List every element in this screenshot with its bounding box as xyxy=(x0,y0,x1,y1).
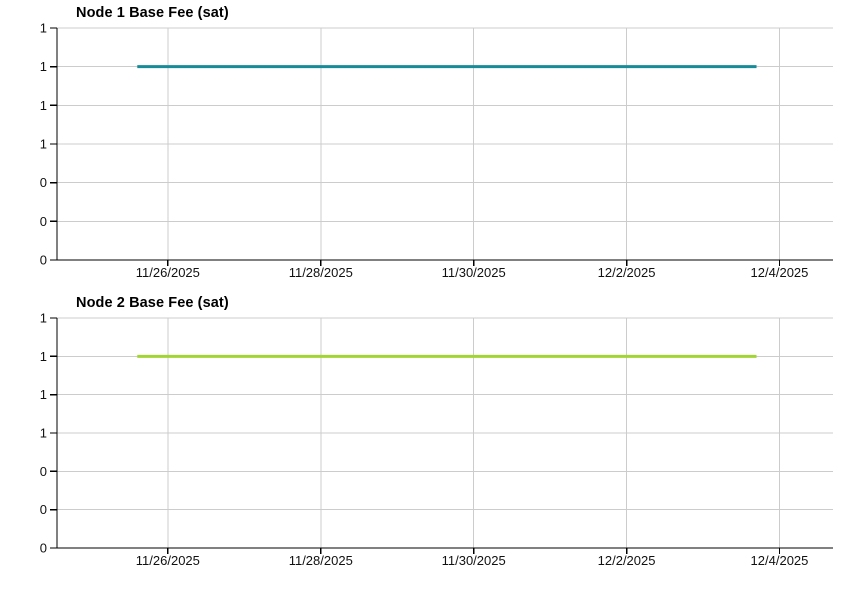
x-tick-label: 12/4/2025 xyxy=(751,265,809,280)
x-tick-label: 11/26/2025 xyxy=(136,265,200,280)
chart-node2-plot: 11/26/2025 11/28/2025 11/30/2025 12/2/2025 1… xyxy=(0,290,860,600)
x-tick-label: 11/28/2025 xyxy=(289,553,353,568)
y-tick-label: 0 xyxy=(40,253,47,268)
chart-title-node1: Node 1 Base Fee (sat) xyxy=(76,5,229,21)
y-tick-label: 1 xyxy=(40,98,47,113)
y-tick-label: 1 xyxy=(40,137,47,152)
y-tick-label: 1 xyxy=(40,426,47,441)
x-tick-label: 11/28/2025 xyxy=(289,265,353,280)
y-tick-label: 1 xyxy=(40,21,47,36)
chart-node1-base-fee: 11/26/2025 11/28/2025 11/30/2025 12/2/2025 1… xyxy=(0,0,860,290)
x-tick-label: 12/2/2025 xyxy=(598,553,656,568)
y-tick-label: 0 xyxy=(40,464,47,479)
x-tick-label: 11/30/2025 xyxy=(442,553,506,568)
chart-node1-plot: 11/26/2025 11/28/2025 11/30/2025 12/2/2025 1… xyxy=(0,0,860,290)
y-tick-label: 0 xyxy=(40,541,47,556)
chart-title-node2: Node 2 Base Fee (sat) xyxy=(76,295,229,311)
y-tick-label: 1 xyxy=(40,311,47,326)
x-tick-label: 12/4/2025 xyxy=(751,553,809,568)
chart-node2-base-fee: 11/26/2025 11/28/2025 11/30/2025 12/2/2025 1… xyxy=(0,290,860,600)
y-tick-label: 1 xyxy=(40,59,47,74)
base-fee-charts-page: 11/26/2025 11/28/2025 11/30/2025 12/2/2025 1… xyxy=(0,0,860,600)
y-tick-label: 0 xyxy=(40,214,47,229)
y-tick-label: 0 xyxy=(40,502,47,517)
y-tick-label: 1 xyxy=(40,387,47,402)
x-tick-label: 11/26/2025 xyxy=(136,553,200,568)
y-tick-label: 1 xyxy=(40,349,47,364)
y-tick-label: 0 xyxy=(40,175,47,190)
x-tick-label: 12/2/2025 xyxy=(598,265,656,280)
x-tick-label: 11/30/2025 xyxy=(442,265,506,280)
